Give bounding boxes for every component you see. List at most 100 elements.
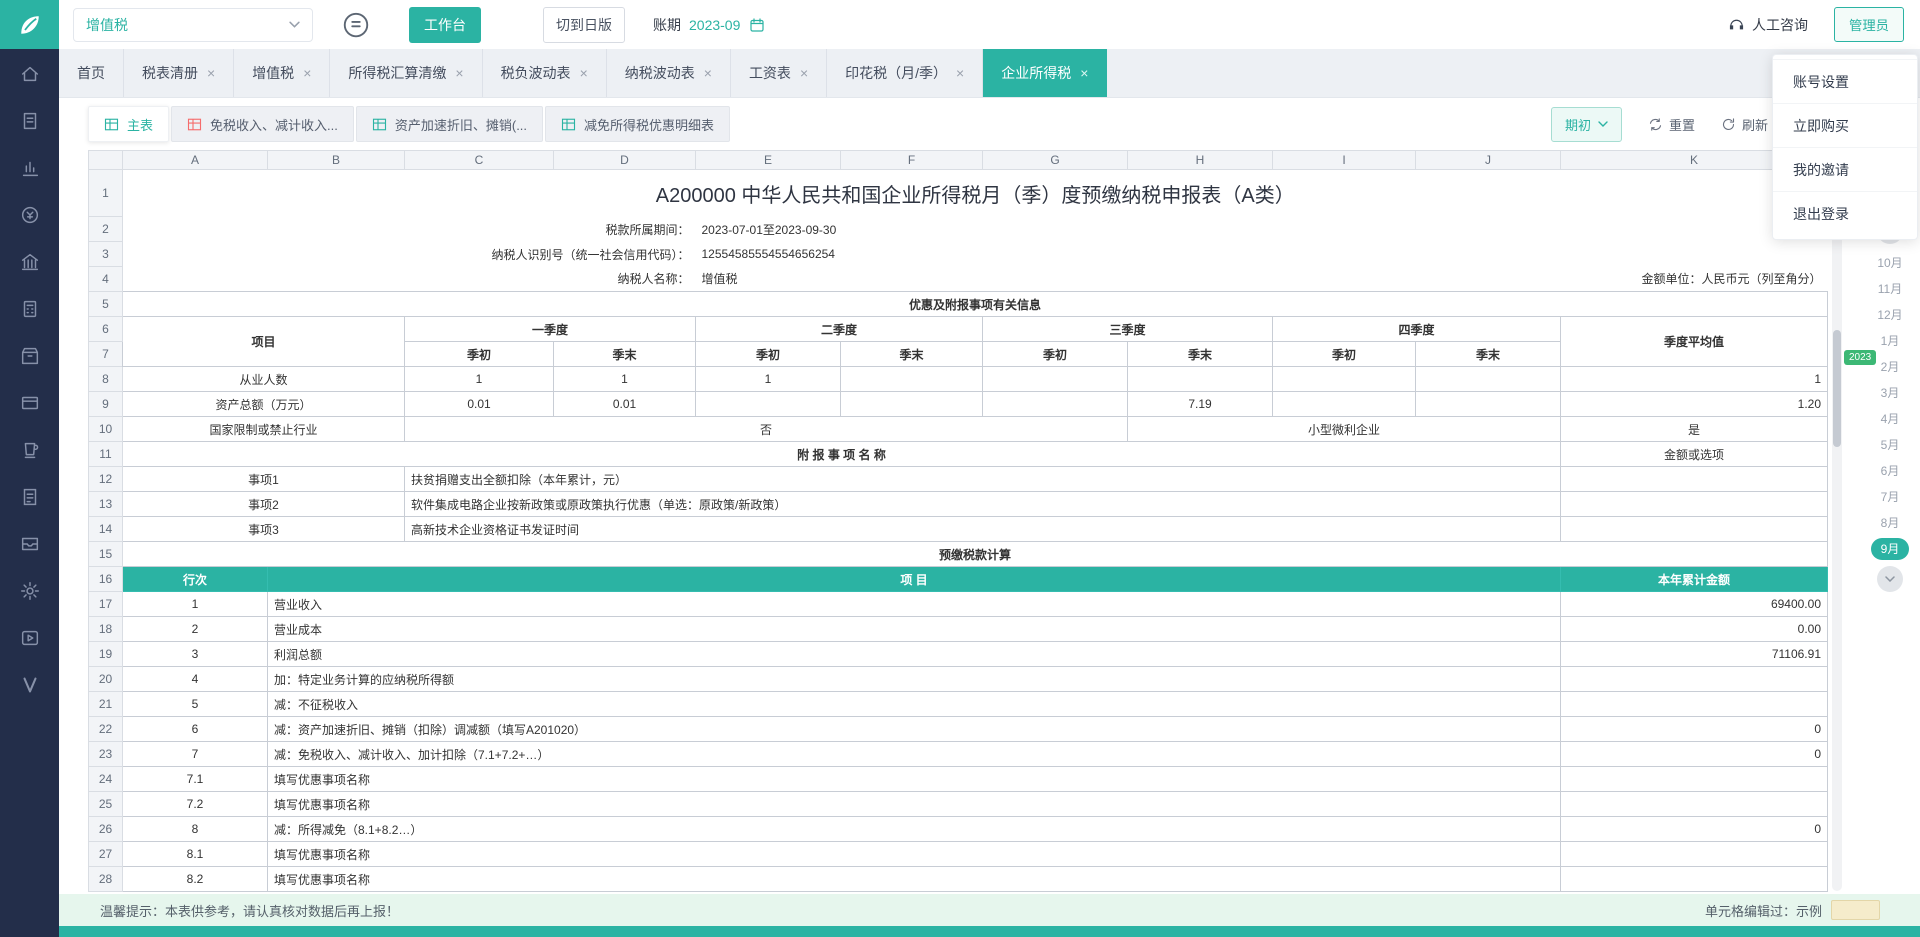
month-item[interactable]: 8月 [1866,510,1914,536]
cell-F9[interactable] [840,391,983,417]
tab-close-icon[interactable]: × [704,66,712,80]
row-header-19[interactable]: 19 [88,641,123,667]
cell-F7[interactable]: 季末 [840,341,983,367]
cell-K27[interactable] [1560,841,1828,867]
cell-J7[interactable]: 季末 [1415,341,1561,367]
select-all-corner[interactable] [88,150,123,170]
vertical-scrollbar[interactable] [1832,150,1842,891]
cell-B26[interactable]: 减：所得减免（8.1+8.2…） [267,816,1561,842]
col-header-G[interactable]: G [982,150,1128,170]
cell-A9[interactable]: 资产总额（万元） [122,391,405,417]
col-header-D[interactable]: D [553,150,696,170]
cell-A24[interactable]: 7.1 [122,766,268,792]
tab[interactable]: 首页 × [59,49,124,97]
month-item[interactable]: 9月 [1871,538,1909,560]
cell-A13[interactable]: 事项2 [122,491,405,517]
notice-icon[interactable] [341,10,371,40]
bank-icon[interactable] [19,251,41,273]
row-header-22[interactable]: 22 [88,716,123,742]
cell-E7[interactable]: 季初 [695,341,841,367]
cell-D8[interactable]: 1 [553,366,696,392]
tab-close-icon[interactable]: × [800,66,808,80]
report-icon[interactable] [19,110,41,132]
cell-K18[interactable]: 0.00 [1560,616,1828,642]
cell-D7[interactable]: 季末 [553,341,696,367]
switch-view-button[interactable]: 切到日版 [543,6,625,43]
subtab[interactable]: 减免所得税优惠明细表 [545,106,731,142]
col-header-C[interactable]: C [404,150,554,170]
row-header-1[interactable]: 1 [88,169,123,217]
row-header-11[interactable]: 11 [88,441,123,467]
support-link[interactable]: 人工咨询 [1728,15,1808,35]
cell-A22[interactable]: 6 [122,716,268,742]
tab-close-icon[interactable]: × [455,66,463,80]
row-header-2[interactable]: 2 [88,216,123,242]
cell-I7[interactable]: 季初 [1272,341,1416,367]
cell-K28[interactable] [1560,866,1828,892]
subtab[interactable]: 主表 [88,106,170,142]
month-item[interactable]: 4月 [1866,406,1914,432]
cell-K11[interactable]: 金额或选项 [1560,441,1828,467]
cell-B25[interactable]: 填写优惠事项名称 [267,791,1561,817]
cell-A3[interactable]: 纳税人识别号（统一社会信用代码）： [122,241,696,267]
archive-icon[interactable] [19,345,41,367]
row-header-17[interactable]: 17 [88,591,123,617]
cell-A21[interactable]: 5 [122,691,268,717]
cell-I9[interactable] [1272,391,1416,417]
user-menu-item[interactable]: 我的邀请 [1773,147,1917,191]
cell-H10[interactable]: 小型微利企业 [1127,416,1561,442]
row-header-20[interactable]: 20 [88,666,123,692]
cell-A5[interactable]: 优惠及附报事项有关信息 [122,291,1828,317]
cell-C14[interactable]: 高新技术企业资格证书发证时间 [404,516,1561,542]
subtab[interactable]: 免税收入、减计收入... [171,106,354,142]
row-header-25[interactable]: 25 [88,791,123,817]
cell-A27[interactable]: 8.1 [122,841,268,867]
cell-A26[interactable]: 8 [122,816,268,842]
cell-B24[interactable]: 填写优惠事项名称 [267,766,1561,792]
cell-K10[interactable]: 是 [1560,416,1828,442]
cell-D9[interactable]: 0.01 [553,391,696,417]
cell-J8[interactable] [1415,366,1561,392]
cell-K9[interactable]: 1.20 [1560,391,1828,417]
cell-E2[interactable]: 2023-07-01至2023-09-30 [695,216,1828,242]
row-header-16[interactable]: 16 [88,566,123,592]
col-header-B[interactable]: B [267,150,405,170]
cell-A8[interactable]: 从业人数 [122,366,405,392]
row-header-8[interactable]: 8 [88,366,123,392]
row-header-7[interactable]: 7 [88,341,123,367]
cell-C6[interactable]: 一季度 [404,316,696,342]
cell-C13[interactable]: 软件集成电路企业按新政策或原政策执行优惠（单选：原政策/新政策） [404,491,1561,517]
month-item[interactable]: 7月 [1866,484,1914,510]
period-value[interactable]: 2023-09 [689,17,740,33]
month-item[interactable]: 5月 [1866,432,1914,458]
cell-B22[interactable]: 减：资产加速折旧、摊销（扣除）调减额（填写A201020） [267,716,1561,742]
col-header-I[interactable]: I [1272,150,1416,170]
cell-E4[interactable]: 增值税 [695,266,1128,292]
cell-H7[interactable]: 季末 [1127,341,1273,367]
cell-A16[interactable]: 行次 [122,566,268,592]
cell-K25[interactable] [1560,791,1828,817]
tab-close-icon[interactable]: × [303,66,311,80]
row-header-28[interactable]: 28 [88,866,123,892]
cup-icon[interactable] [19,439,41,461]
month-item[interactable]: 10月 [1866,250,1914,276]
cell-A1[interactable]: A200000 中华人民共和国企业所得税月（季）度预缴纳税申报表（A类） [122,169,1828,217]
cell-K21[interactable] [1560,691,1828,717]
month-item[interactable]: 6月 [1866,458,1914,484]
cell-A14[interactable]: 事项3 [122,516,405,542]
cell-J9[interactable] [1415,391,1561,417]
cell-B23[interactable]: 减：免税收入、减计收入、加计扣除（7.1+7.2+…） [267,741,1561,767]
row-header-21[interactable]: 21 [88,691,123,717]
cell-B16[interactable]: 项 目 [267,566,1561,592]
col-header-A[interactable]: A [122,150,268,170]
cell-H9[interactable]: 7.19 [1127,391,1273,417]
cell-C7[interactable]: 季初 [404,341,554,367]
cell-G9[interactable] [982,391,1128,417]
tab[interactable]: 所得税汇算清缴 × [330,49,483,97]
tab[interactable]: 税表清册 × [124,49,235,97]
cell-E8[interactable]: 1 [695,366,841,392]
reset-button[interactable]: 重置 [1648,115,1695,134]
cell-A6[interactable]: 项目 [122,316,405,367]
row-header-12[interactable]: 12 [88,466,123,492]
cell-K19[interactable]: 71106.91 [1560,641,1828,667]
